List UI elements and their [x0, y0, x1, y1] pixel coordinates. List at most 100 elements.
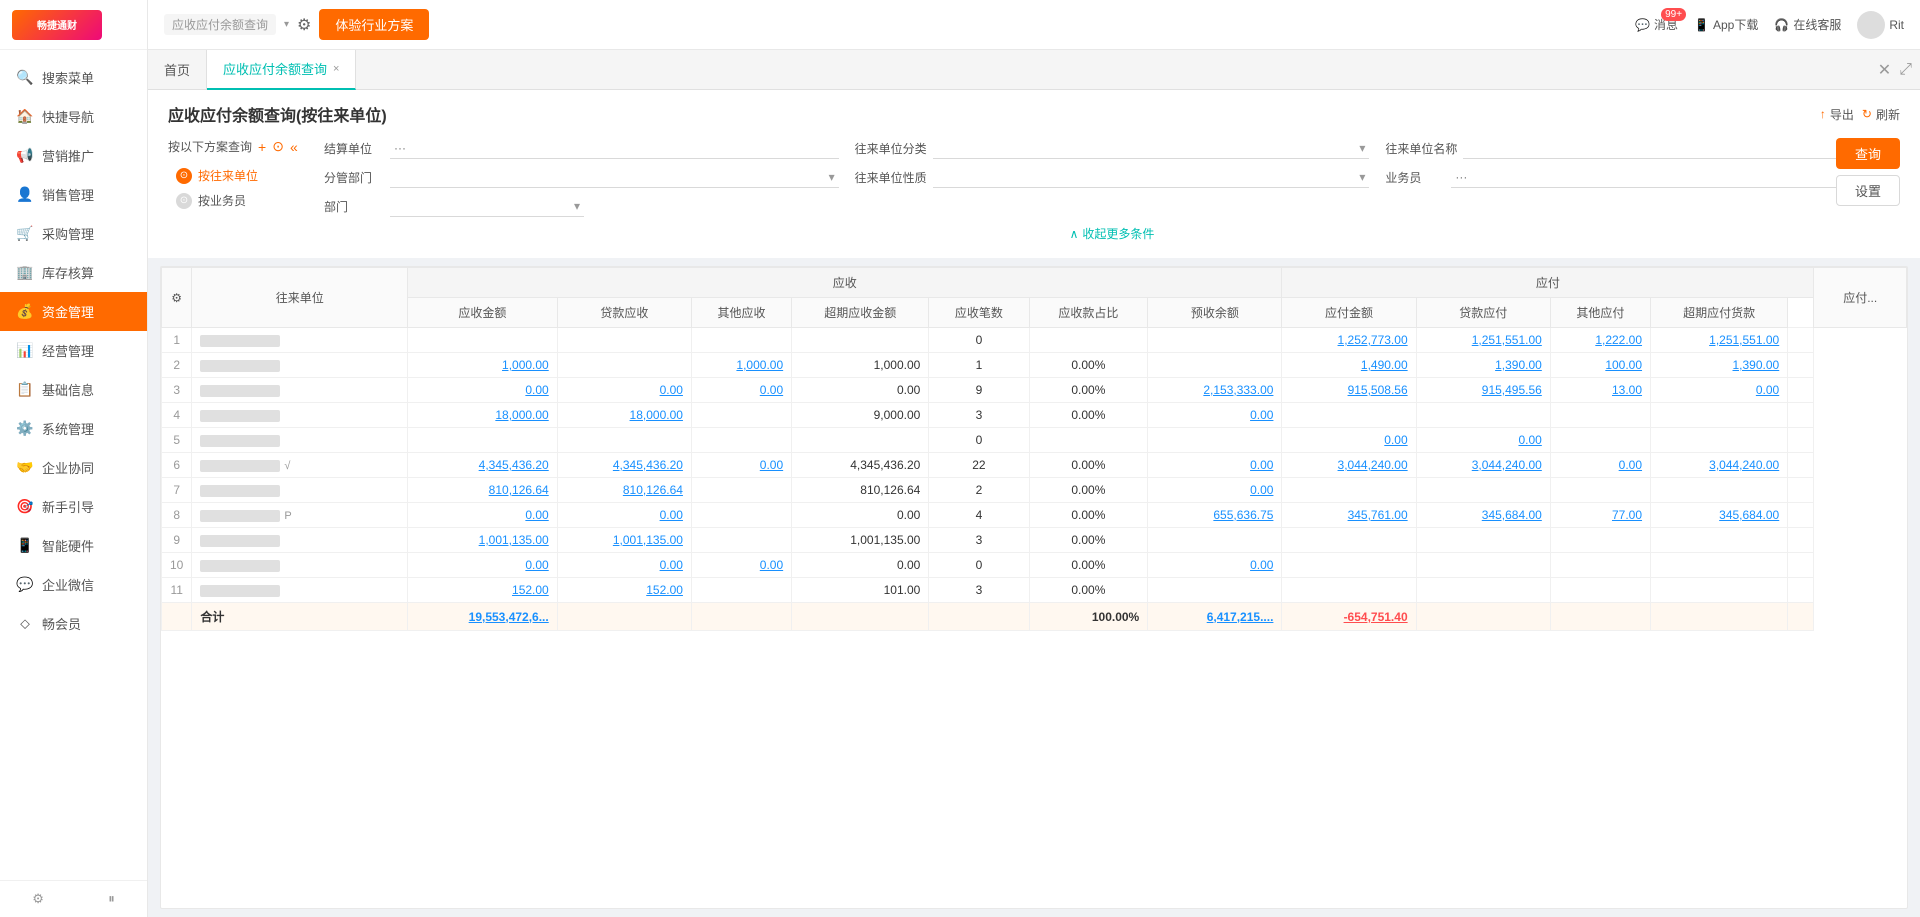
service-icon: 🎧: [1774, 18, 1789, 32]
sidebar-label-quicknav: 快捷导航: [42, 107, 94, 126]
refresh-label: 刷新: [1876, 106, 1900, 123]
home-tab-label: 首页: [164, 60, 190, 79]
unit-cell: [192, 528, 408, 553]
sidebar-item-operation[interactable]: 📊经营管理: [0, 331, 147, 370]
filter-container: 按以下方案查询 + ⊙ « ⊙ 按往来单位 ⊙: [168, 138, 1900, 246]
filter-settlement-unit: 结算单位: [324, 138, 839, 159]
sidebar-item-marketing[interactable]: 📢 营销推广: [0, 136, 147, 175]
footer-payable-amount[interactable]: -654,751.40: [1282, 603, 1416, 631]
table-footer-row: 合计 19,553,472,6... 100.00% 6,417,215....…: [162, 603, 1907, 631]
unit-nature-chevron: ▾: [1359, 170, 1365, 184]
table-row: 6√4,345,436.204,345,436.200.004,345,436.…: [162, 453, 1907, 478]
dept-label: 部门: [324, 198, 384, 215]
online-service-item[interactable]: 🎧 在线客服: [1774, 16, 1841, 33]
hardware-icon: 📱: [16, 537, 34, 555]
col-receivable-group: 应收: [408, 268, 1282, 298]
sidebar-item-enterprise[interactable]: 🤝企业协同: [0, 448, 147, 487]
sidebar-label-search: 搜索菜单: [42, 68, 94, 87]
sidebar-item-member[interactable]: ⬦畅会员: [0, 604, 147, 643]
col-overdue-receivable: 超期应收金额: [792, 298, 929, 328]
unit-name-input[interactable]: [1463, 138, 1900, 159]
salesman-input[interactable]: [1451, 167, 1900, 188]
message-item[interactable]: 💬 消息 99+: [1635, 16, 1678, 33]
tab-expand-btn[interactable]: ⤢: [1899, 61, 1912, 79]
logo-text: 畅捷通财: [37, 17, 77, 32]
active-tab-label: 应收应付余额查询: [223, 59, 327, 78]
sidebar-item-inventory[interactable]: 🏢库存核算: [0, 253, 147, 292]
sidebar: 畅捷通财 🔍 搜索菜单 🏠 快捷导航 📢 营销推广 👤销售管理🛒采购管理🏢库存核算💰资金管理…: [0, 0, 148, 917]
export-button[interactable]: ↑ 导出: [1820, 106, 1854, 123]
app-download-item[interactable]: 📱 App下载: [1694, 16, 1758, 33]
footer-other-receivable: [691, 603, 791, 631]
query-type-by-unit[interactable]: ⊙ 按往来单位: [168, 163, 308, 188]
row-num-cell: 3: [162, 378, 192, 403]
filter-row-3: 部门 ▾: [324, 196, 1900, 217]
message-badge: 99+: [1661, 8, 1686, 21]
manage-dept-label: 分管部门: [324, 169, 384, 186]
table-gear-icon[interactable]: ⚙: [171, 291, 182, 305]
query-button[interactable]: 查询: [1836, 138, 1900, 169]
filter-manage-dept: 分管部门 ▾: [324, 167, 839, 188]
query-type-by-staff[interactable]: ⊙ 按业务员: [168, 188, 308, 213]
collapse-filter-icon[interactable]: «: [290, 139, 298, 155]
data-table: ⚙ 往来单位 应收 应付 应付... 应收金额 贷款应收 其他应收 超期应收金额…: [161, 267, 1907, 631]
sidebar-footer: ⚙ ⏸: [0, 880, 147, 917]
sidebar-label-marketing: 营销推广: [42, 146, 94, 165]
tab-close-icon[interactable]: ×: [333, 63, 339, 75]
marketing-icon: 📢: [16, 147, 34, 165]
collapse-button[interactable]: ∧ 收起更多条件: [1070, 225, 1155, 242]
unit-cell: [192, 428, 408, 453]
settings-filter-icon[interactable]: ⊙: [272, 138, 284, 155]
collapse-sidebar-btn[interactable]: ⏸: [108, 891, 115, 907]
collapse-label: 收起更多条件: [1082, 225, 1154, 242]
row-num-cell: 1: [162, 328, 192, 353]
table-container: ⚙ 往来单位 应收 应付 应付... 应收金额 贷款应收 其他应收 超期应收金额…: [160, 266, 1908, 909]
footer-receivable-count: [929, 603, 1029, 631]
sidebar-item-sales[interactable]: 👤销售管理: [0, 175, 147, 214]
promo-button[interactable]: 体验行业方案: [319, 9, 429, 40]
unit-cell: [192, 378, 408, 403]
sidebar-item-system[interactable]: ⚙️系统管理: [0, 409, 147, 448]
sidebar-item-wechat[interactable]: 💬企业微信: [0, 565, 147, 604]
add-filter-icon[interactable]: +: [258, 139, 266, 155]
sidebar-item-finance[interactable]: 💰资金管理: [0, 292, 147, 331]
sidebar-label-operation: 经营管理: [42, 341, 94, 360]
refresh-button[interactable]: ↻ 刷新: [1862, 106, 1900, 123]
top-header: 应收应付余额查询 ▾ ⚙ 体验行业方案 💬 消息 99+ 📱 App下载 🎧: [148, 0, 1920, 50]
manage-dept-select[interactable]: ▾: [390, 167, 839, 188]
user-avatar-area[interactable]: Rit: [1857, 11, 1904, 39]
footer-receivable-amount[interactable]: 19,553,472,6...: [408, 603, 558, 631]
dept-select[interactable]: ▾: [390, 196, 584, 217]
search-icon: 🔍: [16, 69, 34, 87]
sidebar-label-system: 系统管理: [42, 419, 94, 438]
table-row: 418,000.0018,000.009,000.0030.00%0.00: [162, 403, 1907, 428]
sidebar-item-guide[interactable]: 🎯新手引导: [0, 487, 147, 526]
header-gear-icon[interactable]: ⚙: [297, 15, 311, 35]
enterprise-icon: 🤝: [16, 459, 34, 477]
sidebar-item-purchase[interactable]: 🛒采购管理: [0, 214, 147, 253]
chevron-down-icon[interactable]: ▾: [284, 19, 289, 30]
unit-cell: [192, 403, 408, 428]
tab-close-btn[interactable]: ✕: [1878, 60, 1891, 80]
footer-prepaid-balance[interactable]: 6,417,215....: [1148, 603, 1282, 631]
tab-receivable-query[interactable]: 应收应付余额查询 ×: [207, 50, 356, 90]
quicknav-icon: 🏠: [16, 108, 34, 126]
sidebar-item-hardware[interactable]: 📱智能硬件: [0, 526, 147, 565]
settings-footer-btn[interactable]: ⚙: [32, 891, 44, 907]
tab-bar-right: ✕ ⤢: [1878, 60, 1920, 80]
settlement-unit-input[interactable]: [390, 138, 839, 159]
tab-bar: 首页 应收应付余额查询 × ✕ ⤢: [148, 50, 1920, 90]
sidebar-item-basic[interactable]: 📋基础信息: [0, 370, 147, 409]
sidebar-item-quicknav[interactable]: 🏠 快捷导航: [0, 97, 147, 136]
unit-nature-select[interactable]: ▾: [933, 167, 1370, 188]
col-partner-unit: 往来单位: [192, 268, 408, 328]
filter-unit-nature: 往来单位性质 ▾: [855, 167, 1370, 188]
tab-home[interactable]: 首页: [148, 50, 207, 90]
sidebar-item-search[interactable]: 🔍 搜索菜单: [0, 58, 147, 97]
settings-button[interactable]: 设置: [1836, 175, 1900, 206]
wechat-icon: 💬: [16, 576, 34, 594]
table-row: 8P0.000.000.0040.00%655,636.75345,761.00…: [162, 503, 1907, 528]
col-receivable-amount: 应收金额: [408, 298, 558, 328]
unit-category-select[interactable]: ▾: [933, 138, 1370, 159]
unit-cell: [192, 478, 408, 503]
